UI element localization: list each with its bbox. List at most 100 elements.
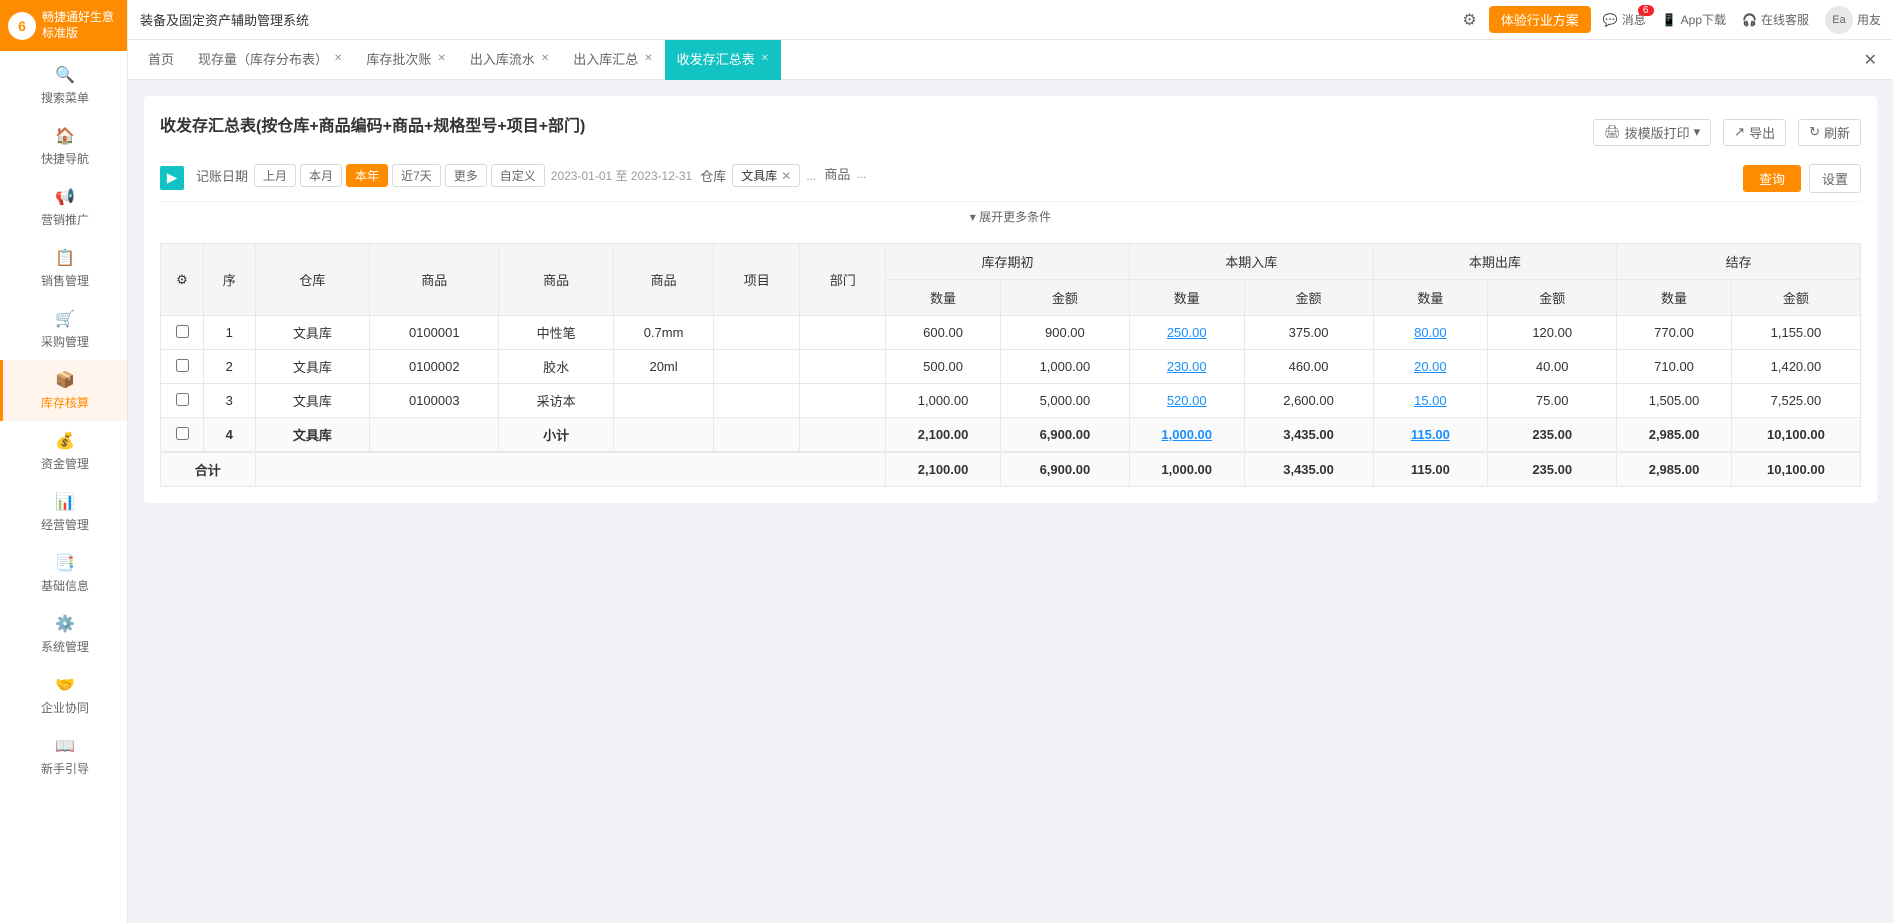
cell-in-qty[interactable]: 230.00 <box>1129 350 1244 384</box>
cell-dept <box>800 316 886 350</box>
sidebar-item-basic[interactable]: 📑 基础信息 <box>0 543 127 604</box>
cell-out-qty[interactable]: 20.00 <box>1373 350 1488 384</box>
warehouse-tag-close[interactable]: ✕ <box>781 169 791 183</box>
cell-checkbox[interactable] <box>161 418 204 453</box>
warehouse-more-button[interactable]: ... <box>806 169 816 183</box>
sidebar-item-system[interactable]: ⚙️ 系统管理 <box>0 604 127 665</box>
expand-conditions-button[interactable]: ▾ 展开更多条件 <box>970 208 1051 225</box>
tab-inout-summary[interactable]: 出入库汇总 ✕ <box>561 40 664 80</box>
th-bal-amt: 金额 <box>1731 280 1860 316</box>
tab-batch-close[interactable]: ✕ <box>437 53 445 64</box>
cell-code <box>370 418 499 453</box>
th-out-group: 本期出库 <box>1373 244 1617 280</box>
date-btn-custom[interactable]: 自定义 <box>491 164 545 187</box>
goods-more-button[interactable]: ... <box>856 167 866 181</box>
link-value[interactable]: 20.00 <box>1414 359 1447 374</box>
cell-dept <box>800 384 886 418</box>
cell-no: 3 <box>204 384 256 418</box>
tab-home[interactable]: 首页 <box>136 40 186 80</box>
cell-out-qty[interactable]: 115.00 <box>1373 418 1488 453</box>
link-value[interactable]: 250.00 <box>1167 325 1207 340</box>
data-table: ⚙ 序 仓库 商品 商品 商品 项目 部门 库存期初 本期入库 本期出库 结存 <box>160 243 1861 487</box>
table-settings-icon[interactable]: ⚙ <box>176 272 188 287</box>
sidebar-item-marketing[interactable]: 📢 营销推广 <box>0 177 127 238</box>
sidebar-item-business[interactable]: 📊 经营管理 <box>0 482 127 543</box>
tab-recv-send-summary[interactable]: 收发存汇总表 ✕ <box>665 40 781 80</box>
sidebar-item-collab[interactable]: 🤝 企业协同 <box>0 665 127 726</box>
cell-dept <box>800 418 886 453</box>
tab-inout-flow-close[interactable]: ✕ <box>541 53 549 64</box>
tab-inout-flow[interactable]: 出入库流水 ✕ <box>458 40 561 80</box>
cell-out-qty[interactable]: 80.00 <box>1373 316 1488 350</box>
trial-button[interactable]: 体验行业方案 <box>1489 6 1591 33</box>
cell-warehouse: 文具库 <box>255 384 370 418</box>
date-btn-this-year[interactable]: 本年 <box>346 164 388 187</box>
tab-recv-send-summary-close[interactable]: ✕ <box>761 53 769 64</box>
expand-bar: ▾ 展开更多条件 <box>160 201 1861 231</box>
message-action[interactable]: 💬 消息 6 <box>1603 11 1646 28</box>
inventory-icon: 📦 <box>55 370 75 390</box>
tab-batch[interactable]: 库存批次账 ✕ <box>354 40 457 80</box>
cell-bal-amt: 7,525.00 <box>1731 384 1860 418</box>
expand-label: 展开更多条件 <box>979 210 1051 224</box>
sidebar-item-sales[interactable]: 📋 销售管理 <box>0 238 127 299</box>
cell-dept <box>800 350 886 384</box>
app-download-label: App下载 <box>1681 11 1726 28</box>
cell-spec <box>613 418 713 453</box>
online-service-action[interactable]: 🎧 在线客服 <box>1742 11 1809 28</box>
cell-in-qty[interactable]: 250.00 <box>1129 316 1244 350</box>
cell-project <box>714 316 800 350</box>
sidebar-item-purchase[interactable]: 🛒 采购管理 <box>0 299 127 360</box>
link-value[interactable]: 1,000.00 <box>1161 427 1212 442</box>
link-value[interactable]: 115.00 <box>1411 427 1450 442</box>
link-value[interactable]: 230.00 <box>1167 359 1207 374</box>
sidebar-item-finance[interactable]: 💰 资金管理 <box>0 421 127 482</box>
print-button[interactable]: 🖨 拨模版打印 ▾ <box>1593 119 1711 146</box>
business-icon: 📊 <box>55 492 75 512</box>
date-btn-last-month[interactable]: 上月 <box>254 164 296 187</box>
cell-in-amt: 3,435.00 <box>1244 418 1373 453</box>
cell-code: 0100002 <box>370 350 499 384</box>
date-btn-this-month[interactable]: 本月 <box>300 164 342 187</box>
tab-inout-summary-close[interactable]: ✕ <box>644 53 652 64</box>
tab-inventory-dist[interactable]: 现存量（库存分布表） ✕ <box>186 40 354 80</box>
cell-in-amt: 460.00 <box>1244 350 1373 384</box>
date-btn-more[interactable]: 更多 <box>445 164 487 187</box>
tab-batch-label: 库存批次账 <box>366 49 431 68</box>
sidebar-item-guide[interactable]: 📖 新手引导 <box>0 726 127 787</box>
settings-icon[interactable]: ⚙ <box>1462 10 1476 30</box>
sidebar-item-search[interactable]: 🔍 搜索菜单 <box>0 55 127 116</box>
cell-out-qty[interactable]: 15.00 <box>1373 384 1488 418</box>
cell-in-qty[interactable]: 1,000.00 <box>1129 418 1244 453</box>
sidebar-item-quick-nav[interactable]: 🏠 快捷导航 <box>0 116 127 177</box>
date-btn-7days[interactable]: 近7天 <box>392 164 441 187</box>
cell-checkbox[interactable] <box>161 316 204 350</box>
link-value[interactable]: 15.00 <box>1414 393 1447 408</box>
user-action[interactable]: Ea 用友 <box>1825 6 1881 34</box>
cell-checkbox[interactable] <box>161 350 204 384</box>
refresh-button[interactable]: ↻ 刷新 <box>1798 119 1861 146</box>
sidebar-item-inventory[interactable]: 📦 库存核算 <box>0 360 127 421</box>
filter-settings-button[interactable]: 设置 <box>1809 164 1861 193</box>
user-label: 用友 <box>1857 11 1881 28</box>
sidebar-item-label: 资金管理 <box>41 455 89 472</box>
th-settings[interactable]: ⚙ <box>161 244 204 316</box>
headset-icon: 🎧 <box>1742 13 1757 27</box>
cell-project <box>714 350 800 384</box>
cell-code: 0100003 <box>370 384 499 418</box>
logo-icon: 6 <box>8 12 36 40</box>
export-button[interactable]: ↗ 导出 <box>1723 119 1786 146</box>
cell-in-qty[interactable]: 520.00 <box>1129 384 1244 418</box>
cell-checkbox[interactable] <box>161 384 204 418</box>
app-download-action[interactable]: 📱 App下载 <box>1662 11 1726 28</box>
tab-inventory-dist-close[interactable]: ✕ <box>334 53 342 64</box>
tab-bar-close-all[interactable]: ✕ <box>1856 50 1885 70</box>
link-value[interactable]: 520.00 <box>1167 393 1207 408</box>
link-value[interactable]: 80.00 <box>1414 325 1447 340</box>
marketing-icon: 📢 <box>55 187 75 207</box>
collab-icon: 🤝 <box>55 675 75 695</box>
filter-toggle-button[interactable]: ▶ <box>160 166 184 190</box>
query-button[interactable]: 查询 <box>1743 165 1801 192</box>
system-icon: ⚙️ <box>55 614 75 634</box>
finance-icon: 💰 <box>55 431 75 451</box>
